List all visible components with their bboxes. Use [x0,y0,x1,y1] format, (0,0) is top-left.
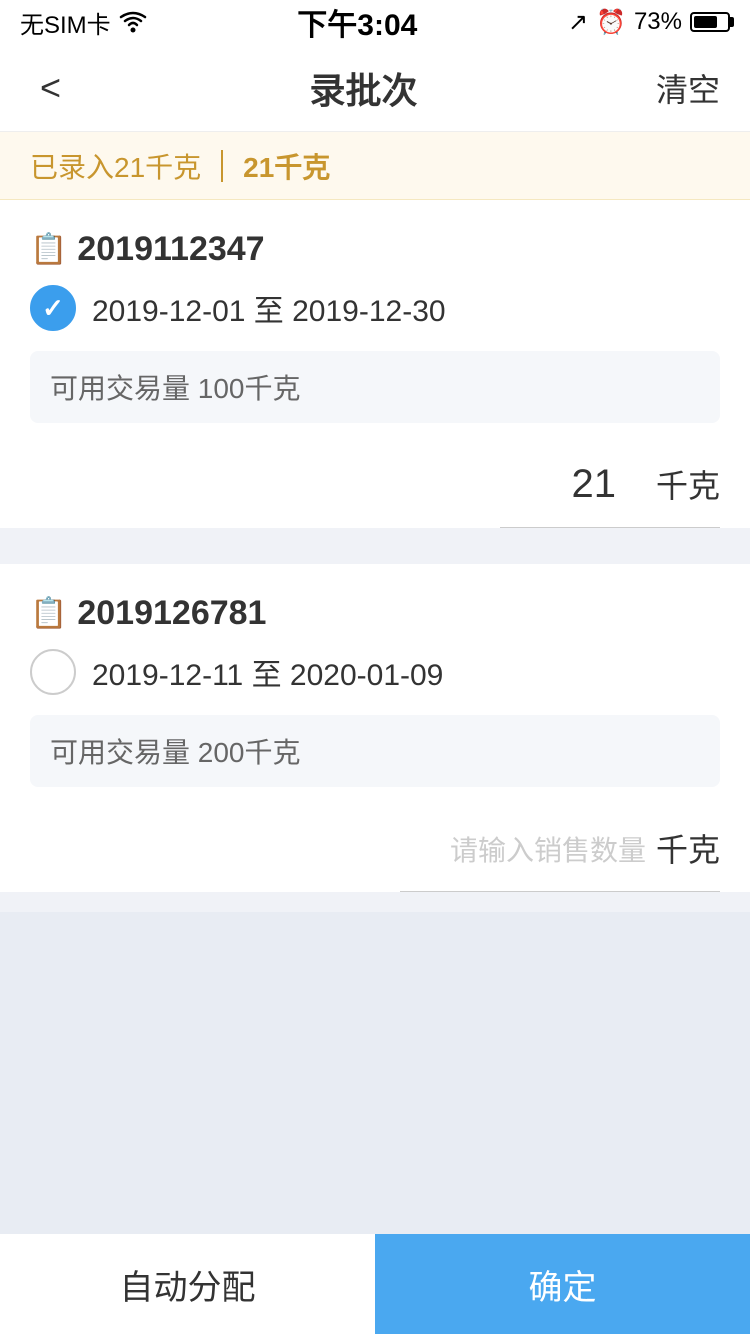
gray-area [0,912,750,1272]
batch1-id: 2019112347 [77,230,264,269]
batch2-id: 2019126781 [77,594,266,633]
batch1-header: 📋 2019112347 [30,230,720,269]
location-icon: ↗ [568,8,588,37]
card-separator-1 [0,548,750,564]
clear-button[interactable]: 清空 [656,65,720,111]
batch1-available: 可用交易量 100千克 [30,351,720,423]
status-time: 下午3:04 [297,0,417,44]
battery-icon [690,12,730,32]
info-divider [221,150,223,182]
batch2-quantity-section: 千克 [30,807,720,881]
batch1-date: 2019-12-01 至 2019-12-30 [92,286,446,330]
batch2-icon: 📋 [30,596,67,631]
batch1-underline [500,527,720,528]
confirm-button[interactable]: 确定 [375,1234,750,1334]
info-banner: 已录入21千克 21千克 [0,132,750,200]
batch1-quantity-section: 21 千克 [30,443,720,517]
info-label: 已录入21千克 [30,146,201,186]
carrier-text: 无SIM卡 [20,5,111,40]
batch2-underline [400,891,720,892]
back-button[interactable]: < [30,57,71,119]
batch2-header: 📋 2019126781 [30,594,720,633]
batch2-radio[interactable] [30,649,76,695]
battery-percent: 73% [634,8,682,36]
batch2-quantity-input[interactable] [446,827,646,869]
batch2-available: 可用交易量 200千克 [30,715,720,787]
auto-distribute-button[interactable]: 自动分配 [0,1234,375,1334]
batch2-card: 📋 2019126781 2019-12-11 至 2020-01-09 可用交… [0,564,750,892]
batch1-unit: 千克 [656,461,720,507]
info-value: 21千克 [243,146,330,186]
batch2-row: 2019-12-11 至 2020-01-09 [30,649,720,695]
page-title: 录批次 [310,62,418,114]
batch1-card: 📋 2019112347 2019-12-01 至 2019-12-30 可用交… [0,200,750,528]
bottom-bar: 自动分配 确定 [0,1234,750,1334]
status-right: ↗ ⏰ 73% [568,8,730,37]
wifi-icon [119,11,147,33]
status-left: 无SIM卡 [20,5,147,40]
alarm-icon: ⏰ [596,8,626,37]
batch2-date: 2019-12-11 至 2020-01-09 [92,650,443,694]
batch1-quantity-value: 21 [571,462,616,507]
batch1-radio[interactable] [30,285,76,331]
nav-bar: < 录批次 清空 [0,44,750,132]
batch1-icon: 📋 [30,232,67,267]
status-bar: 无SIM卡 下午3:04 ↗ ⏰ 73% [0,0,750,44]
batch1-row: 2019-12-01 至 2019-12-30 [30,285,720,331]
batch2-unit: 千克 [656,825,720,871]
